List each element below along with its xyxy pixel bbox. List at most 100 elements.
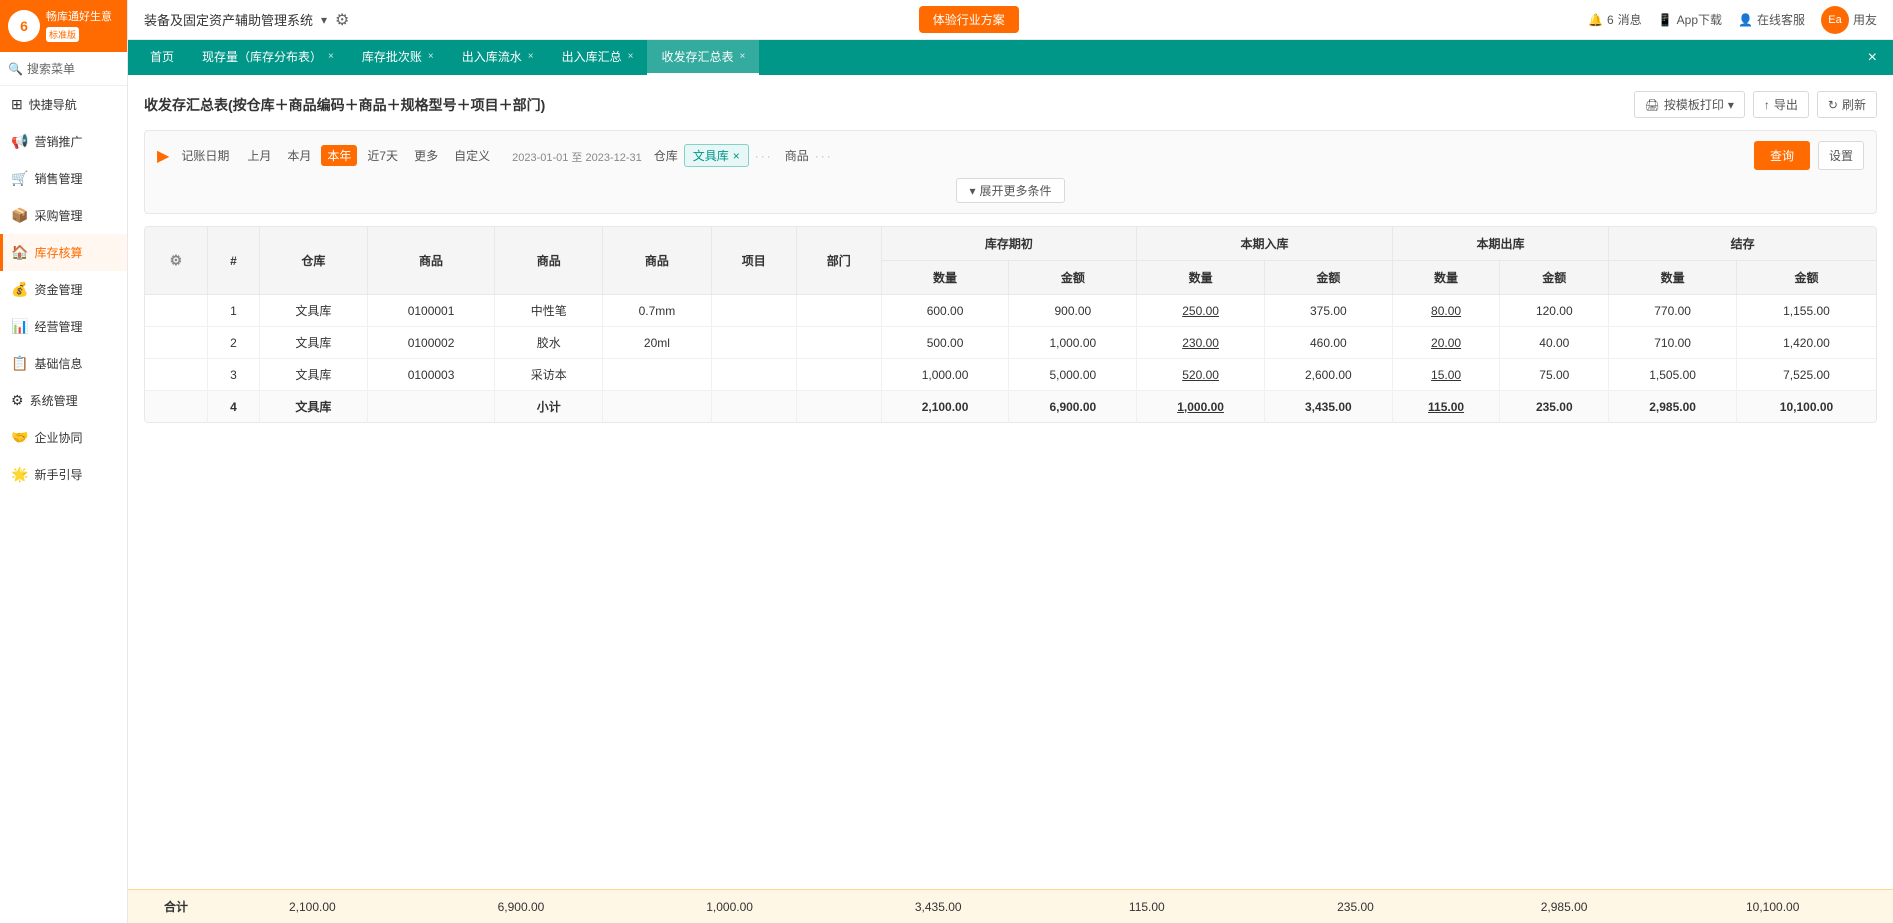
tab-close-recv-send-summary[interactable]: × [739,51,745,62]
app-download-btn[interactable]: 📱 App下载 [1658,11,1722,28]
expand-filter-button[interactable]: ▾ 展开更多条件 [956,178,1064,203]
cell-no-2: 2 [207,327,259,359]
main-content: 装备及固定资产辅助管理系统 ▾ ⚙ 体验行业方案 🔔 6 消息 📱 App下载 … [128,0,1893,923]
table-settings-icon[interactable]: ⚙ [170,252,183,268]
tab-close-in-out-flow[interactable]: × [528,51,534,62]
tab-inventory-dist[interactable]: 现存量（库存分布表） × [188,40,348,75]
page-inner: 收发存汇总表(按仓库＋商品编码＋商品＋规格型号＋项目＋部门) 🖨 按模板打印 ▾… [128,75,1893,889]
tab-close-inventory-dist[interactable]: × [328,51,334,62]
sidebar-item-business[interactable]: 📊 经营管理 [0,308,127,345]
print-icon: 🖨 [1645,98,1660,112]
th-in: 本期入库 [1137,227,1393,261]
cell-subtotal-out-qty[interactable]: 115.00 [1392,391,1500,423]
page-header: 收发存汇总表(按仓库＋商品编码＋商品＋规格型号＋项目＋部门) 🖨 按模板打印 ▾… [144,91,1877,118]
sidebar-search[interactable]: 🔍 搜索菜单 [0,52,127,86]
table-row: 2 文具库 0100002 胶水 20ml 500.00 1,000.00 23… [145,327,1876,359]
tab-in-out-flow[interactable]: 出入库流水 × [448,40,548,75]
sidebar-item-quick-nav[interactable]: ⊞ 快捷导航 [0,86,127,123]
cell-subtotal-open-qty: 2,100.00 [881,391,1009,423]
date-btn-this-year[interactable]: 本年 [321,145,357,166]
th-dept: 部门 [796,227,881,295]
page-content: 收发存汇总表(按仓库＋商品编码＋商品＋规格型号＋项目＋部门) 🖨 按模板打印 ▾… [128,75,1893,889]
tab-in-out-summary[interactable]: 出入库汇总 × [548,40,648,75]
cell-spec-2: 20ml [603,327,712,359]
tab-recv-send-summary[interactable]: 收发存汇总表 × [647,40,759,75]
warehouse-more-dots[interactable]: ··· [755,149,773,163]
cell-subtotal-in-qty[interactable]: 1,000.00 [1137,391,1265,423]
trial-button[interactable]: 体验行业方案 [919,6,1019,33]
cell-in-qty-2[interactable]: 230.00 [1137,327,1265,359]
sidebar-item-purchase[interactable]: 📦 采购管理 [0,197,127,234]
tab-batch[interactable]: 库存批次账 × [348,40,448,75]
sidebar-item-basic[interactable]: 📋 基础信息 [0,345,127,382]
export-button[interactable]: ↑ 导出 [1753,91,1809,118]
filter-collapse-btn[interactable]: ▶ [157,146,169,166]
settings-small-button[interactable]: 设置 [1818,141,1864,170]
tabbar-close-all[interactable]: × [1860,45,1885,71]
service-icon: 👤 [1738,13,1753,27]
date-btn-custom[interactable]: 自定义 [448,145,496,166]
th-open-amt: 金额 [1009,261,1137,295]
footer-total-label: 合计 [144,898,188,915]
footer-open-amt: 6,900.00 [417,900,626,914]
print-button[interactable]: 🖨 按模板打印 ▾ [1634,91,1745,118]
th-settings[interactable]: ⚙ [145,227,207,295]
sidebar-item-guide[interactable]: 🌟 新手引导 [0,456,127,493]
sidebar-item-finance[interactable]: 💰 资金管理 [0,271,127,308]
cell-spec-3 [603,359,712,391]
cell-open-qty-3: 1,000.00 [881,359,1009,391]
query-button[interactable]: 查询 [1754,141,1810,170]
purchase-icon: 📦 [11,207,28,224]
date-btn-last-month[interactable]: 上月 [241,145,277,166]
inventory-icon: 🏠 [11,244,28,261]
cell-bal-qty-2: 710.00 [1609,327,1737,359]
cell-no-subtotal: 4 [207,391,259,423]
sidebar-badge: 标准版 [46,27,79,42]
cell-code-2: 0100002 [367,327,495,359]
goods-more-dots[interactable]: ··· [815,149,833,163]
th-opening: 库存期初 [881,227,1137,261]
cell-no-3: 3 [207,359,259,391]
topbar-dropdown[interactable]: ▾ [321,13,327,27]
tab-home[interactable]: 首页 [136,40,188,75]
sidebar-item-inventory[interactable]: 🏠 库存核算 [0,234,127,271]
sidebar-item-system[interactable]: ⚙ 系统管理 [0,382,127,419]
chevron-down-icon: ▾ [321,13,327,27]
cell-code-1: 0100001 [367,295,495,327]
date-btn-this-month[interactable]: 本月 [281,145,317,166]
cell-dept-3 [796,359,881,391]
th-spec: 商品 [603,227,712,295]
online-service-btn[interactable]: 👤 在线客服 [1738,11,1805,28]
cell-out-qty-2[interactable]: 20.00 [1392,327,1500,359]
table-row: 3 文具库 0100003 采访本 1,000.00 5,000.00 520.… [145,359,1876,391]
tabbar: 首页 现存量（库存分布表） × 库存批次账 × 出入库流水 × 出入库汇总 × … [128,40,1893,75]
warehouse-tag-remove[interactable]: × [733,149,740,163]
cell-out-qty-3[interactable]: 15.00 [1392,359,1500,391]
topbar-settings-icon[interactable]: ⚙ [335,10,349,30]
cell-open-qty-1: 600.00 [881,295,1009,327]
sidebar-item-marketing[interactable]: 📢 营销推广 [0,123,127,160]
export-icon: ↑ [1764,98,1770,112]
cell-name-3: 采访本 [495,359,603,391]
th-out-qty: 数量 [1392,261,1500,295]
cell-project-3 [711,359,796,391]
th-bal-amt: 金额 [1736,261,1876,295]
sidebar-item-sales[interactable]: 🛒 销售管理 [0,160,127,197]
date-btn-last7[interactable]: 近7天 [361,145,404,166]
cell-bal-amt-1: 1,155.00 [1736,295,1876,327]
cell-in-qty-1[interactable]: 250.00 [1137,295,1265,327]
chevron-down-icon: ▾ [1728,98,1734,112]
cell-subtotal-in-amt: 3,435.00 [1264,391,1392,423]
notification-btn[interactable]: 🔔 6 消息 [1588,11,1642,28]
user-menu[interactable]: Ea 用友 [1821,6,1877,34]
cell-out-qty-1[interactable]: 80.00 [1392,295,1500,327]
footer-bal-amt: 10,100.00 [1668,900,1877,914]
tab-close-batch[interactable]: × [428,51,434,62]
cell-in-qty-3[interactable]: 520.00 [1137,359,1265,391]
cell-warehouse-subtotal: 文具库 [260,391,368,423]
refresh-button[interactable]: ↻ 刷新 [1817,91,1877,118]
sidebar-item-enterprise[interactable]: 🤝 企业协同 [0,419,127,456]
date-btn-more[interactable]: 更多 [408,145,444,166]
cell-in-amt-2: 460.00 [1264,327,1392,359]
tab-close-in-out-summary[interactable]: × [628,51,634,62]
